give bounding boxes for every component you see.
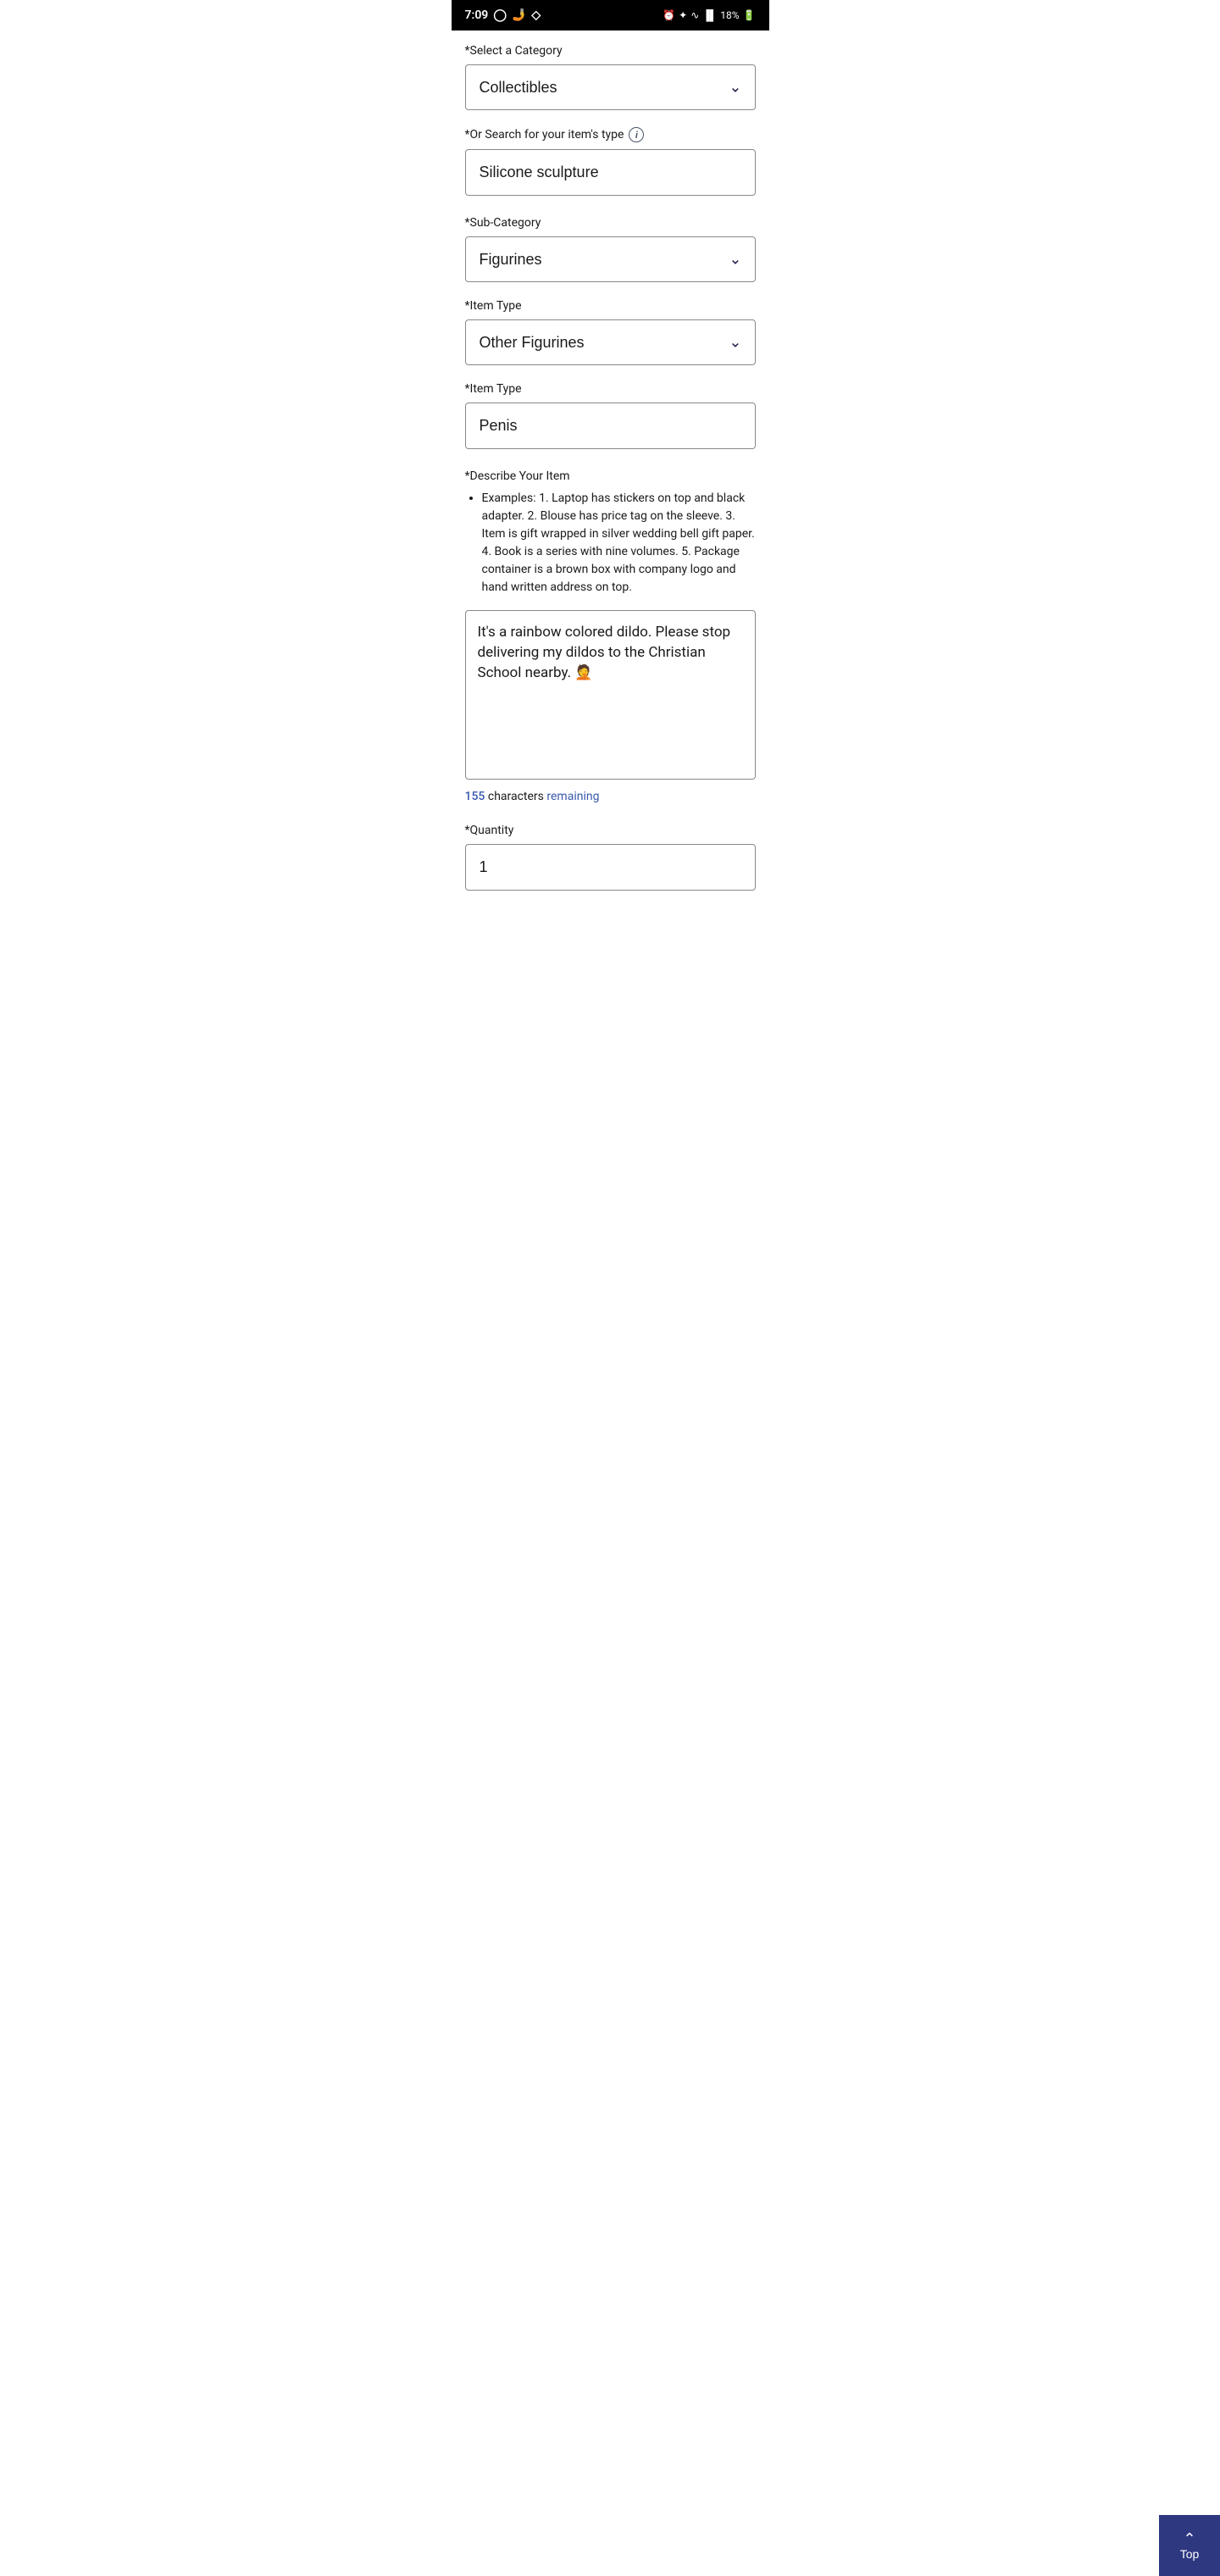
char-count-word: characters xyxy=(488,790,544,803)
item-type-2-label: *Item Type xyxy=(465,382,756,396)
battery-icon: 🔋 xyxy=(743,9,756,21)
item-type-1-field-group: *Item Type Other Figurines ⌄ xyxy=(465,299,756,365)
category-field-group: *Select a Category Collectibles ⌄ xyxy=(465,44,756,110)
signal-icon: ▐▌ xyxy=(702,9,717,21)
item-type-1-select-wrapper[interactable]: Other Figurines ⌄ xyxy=(465,319,756,365)
subcategory-select[interactable]: Figurines xyxy=(465,236,756,282)
wifi-icon: ∿ xyxy=(690,9,699,21)
describe-field-group: *Describe Your Item Examples: 1. Laptop … xyxy=(465,469,756,803)
quantity-field-group: *Quantity xyxy=(465,824,756,891)
person-icon: 🤳 xyxy=(512,8,526,22)
item-type-2-input[interactable] xyxy=(465,402,756,449)
item-type-1-select[interactable]: Other Figurines xyxy=(465,319,756,365)
category-select[interactable]: Collectibles xyxy=(465,64,756,110)
quantity-label: *Quantity xyxy=(465,824,756,837)
char-count-number: 155 xyxy=(465,790,485,803)
item-type-2-field-group: *Item Type xyxy=(465,382,756,466)
status-bar: 7:09 ◯ 🤳 ◇ ⏰ ✦ ∿ ▐▌ 18% 🔋 xyxy=(452,0,769,31)
diamond-icon: ◇ xyxy=(531,8,541,22)
describe-example: Examples: 1. Laptop has stickers on top … xyxy=(482,490,756,597)
char-remaining-label: remaining xyxy=(546,790,599,803)
search-input[interactable] xyxy=(465,149,756,196)
alarm-icon: ⏰ xyxy=(663,9,675,21)
quantity-input[interactable] xyxy=(465,844,756,891)
info-icon[interactable]: i xyxy=(629,127,644,142)
status-left: 7:09 ◯ 🤳 ◇ xyxy=(465,8,541,22)
describe-textarea[interactable] xyxy=(465,610,756,780)
top-button[interactable]: ⌃ Top xyxy=(1159,2515,1220,2576)
search-field-group: *Or Search for your item's type i xyxy=(465,127,756,213)
search-label: *Or Search for your item's type i xyxy=(465,127,756,142)
bluetooth-icon: ✦ xyxy=(679,9,687,21)
char-count: 155 characters remaining xyxy=(465,790,756,803)
facebook-icon: ◯ xyxy=(493,8,507,22)
status-time: 7:09 xyxy=(465,8,489,22)
top-button-label: Top xyxy=(1180,2548,1200,2560)
battery-level: 18% xyxy=(720,9,739,21)
form-content: *Select a Category Collectibles ⌄ *Or Se… xyxy=(452,31,769,908)
describe-examples-list: Examples: 1. Laptop has stickers on top … xyxy=(465,490,756,597)
status-right: ⏰ ✦ ∿ ▐▌ 18% 🔋 xyxy=(663,9,755,21)
subcategory-field-group: *Sub-Category Figurines ⌄ xyxy=(465,216,756,282)
subcategory-select-wrapper[interactable]: Figurines ⌄ xyxy=(465,236,756,282)
category-select-wrapper[interactable]: Collectibles ⌄ xyxy=(465,64,756,110)
item-type-1-label: *Item Type xyxy=(465,299,756,313)
category-label: *Select a Category xyxy=(465,44,756,58)
describe-label: *Describe Your Item xyxy=(465,469,756,483)
top-arrow-icon: ⌃ xyxy=(1183,2531,1195,2546)
subcategory-label: *Sub-Category xyxy=(465,216,756,230)
